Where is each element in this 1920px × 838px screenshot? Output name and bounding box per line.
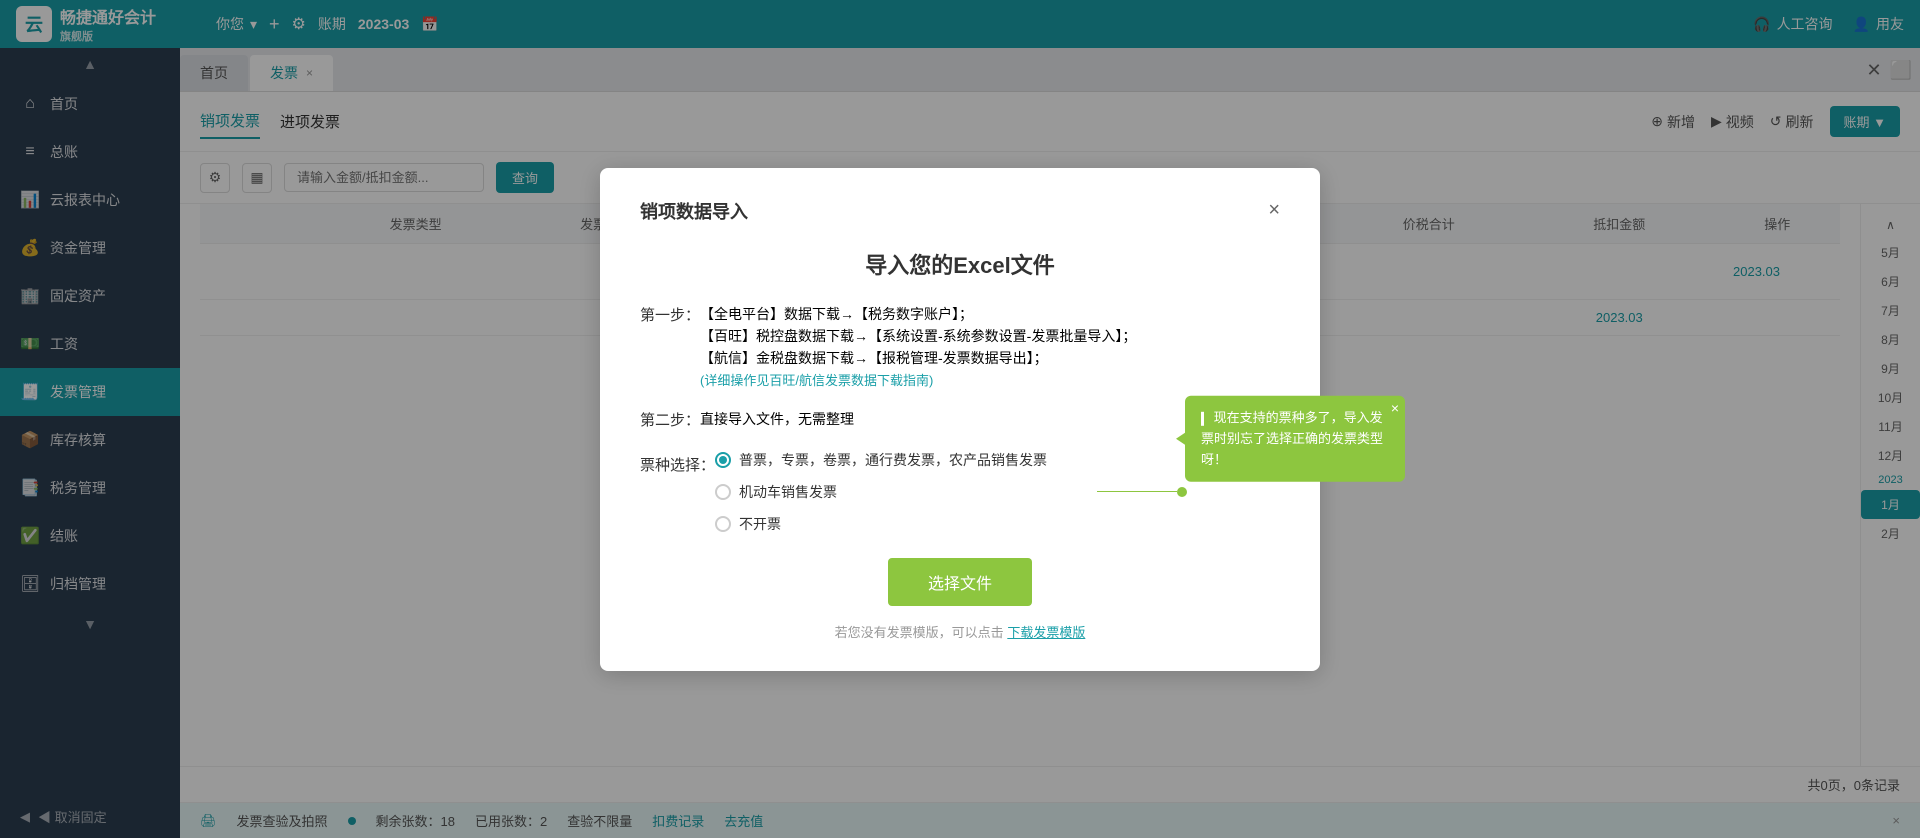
ticket-option-noticket-label: 不开票 — [739, 514, 781, 534]
modal-overlay: 销项数据导入 × 导入您的Excel文件 第一步： 【全电平台】数据下载→【税务… — [0, 0, 1920, 838]
footer-text: 若您没有发票模版，可以点击 — [835, 625, 1004, 640]
ticket-option-normal-label: 普票，专票，卷票，通行费发票，农产品销售发票 — [739, 450, 1047, 470]
modal-close-btn[interactable]: × — [1268, 199, 1280, 222]
radio-normal-inner — [719, 456, 727, 464]
select-file-btn[interactable]: 选择文件 — [888, 558, 1032, 606]
tooltip-wrapper: 现在支持的票种多了，导入发票时别忘了选择正确的发票类型呀！ × — [1185, 396, 1405, 482]
step1-content: 【全电平台】数据下载→【税务数字账户】； 【百旺】税控盘数据下载→【系统设置-系… — [700, 304, 1136, 389]
download-template-link[interactable]: 下载发票模版 — [1007, 625, 1085, 640]
modal-title: 销项数据导入 — [640, 198, 748, 224]
step2: 第二步： 直接导入文件，无需整理 — [640, 409, 1280, 430]
tooltip-bubble: 现在支持的票种多了，导入发票时别忘了选择正确的发票类型呀！ × — [1185, 396, 1405, 482]
modal-header: 销项数据导入 × — [640, 198, 1280, 224]
ticket-option-normal[interactable]: 普票，专票，卷票，通行费发票，农产品销售发票 — [715, 450, 1047, 470]
step1: 第一步： 【全电平台】数据下载→【税务数字账户】； 【百旺】税控盘数据下载→【系… — [640, 304, 1280, 389]
step1-line-3: 【航信】金税盘数据下载→【报税管理-发票数据导出】； — [700, 348, 1136, 368]
modal-subtitle: 导入您的Excel文件 — [640, 248, 1280, 280]
step1-link[interactable]: (详细操作见百旺/航信发票数据下载指南) — [700, 370, 1136, 389]
radio-motor[interactable] — [715, 484, 731, 500]
tooltip-dot — [1177, 487, 1187, 497]
tooltip-arrow — [1176, 433, 1185, 445]
tooltip-close-btn[interactable]: × — [1391, 400, 1399, 416]
radio-normal[interactable] — [715, 452, 731, 468]
ticket-option-motor-label: 机动车销售发票 — [739, 482, 837, 502]
tooltip-bar — [1201, 411, 1204, 425]
tooltip-line — [1097, 491, 1177, 492]
tooltip-text: 现在支持的票种多了，导入发票时别忘了选择正确的发票类型呀！ — [1201, 410, 1383, 467]
step1-line-1: 【全电平台】数据下载→【税务数字账户】； — [700, 304, 1136, 324]
ticket-options: 普票，专票，卷票，通行费发票，农产品销售发票 机动车销售发票 — [715, 450, 1047, 534]
ticket-option-motor[interactable]: 机动车销售发票 — [715, 482, 1047, 502]
step1-label: 第一步： — [640, 304, 700, 389]
ticket-label: 票种选择： — [640, 450, 715, 475]
ticket-option-noticket[interactable]: 不开票 — [715, 514, 1047, 534]
step2-label: 第二步： — [640, 409, 700, 430]
ticket-select: 票种选择： 普票，专票，卷票，通行费发票，农产品销售发票 机动车销售发票 — [640, 450, 1280, 534]
radio-noticket[interactable] — [715, 516, 731, 532]
step2-content: 直接导入文件，无需整理 — [700, 409, 854, 429]
step1-line-2: 【百旺】税控盘数据下载→【系统设置-系统参数设置-发票批量导入】； — [700, 326, 1136, 346]
modal-footer: 若您没有发票模版，可以点击 下载发票模版 — [640, 622, 1280, 641]
